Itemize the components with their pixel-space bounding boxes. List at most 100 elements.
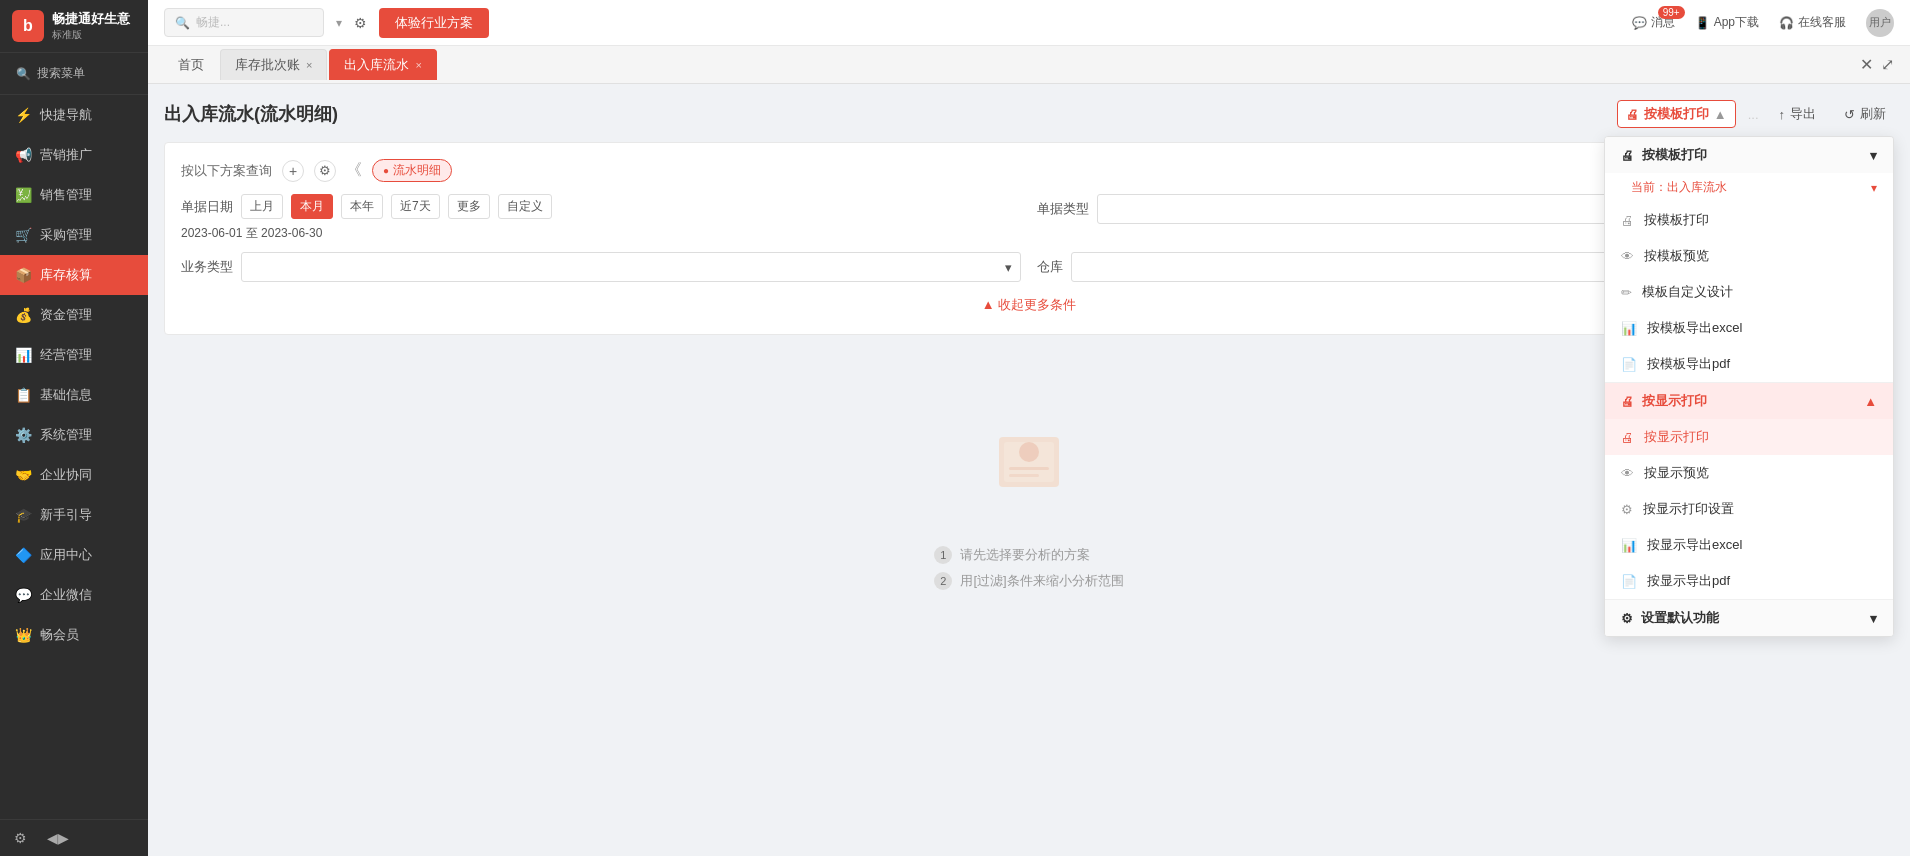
topbar-search-box[interactable]: 🔍 畅捷... (164, 8, 324, 37)
sidebar-collapse-icon[interactable]: ◀▶ (47, 830, 69, 846)
search-icon: 🔍 (16, 67, 31, 81)
empty-tips: 1 请先选择要分析的方案 2 用[过滤]条件来缩小分析范围 (934, 546, 1123, 590)
export-button[interactable]: ↑ 导出 (1771, 101, 1825, 127)
display-export-pdf-item[interactable]: 📄 按显示导出pdf (1605, 563, 1893, 599)
print-icon: 🖨 (1626, 107, 1639, 122)
purchase-icon: 🛒 (14, 227, 32, 243)
printer-icon: 🖨 (1621, 148, 1634, 163)
sidebar-item-guide[interactable]: 🎓 新手引导 (0, 495, 148, 535)
template-print-current: 当前：出入库流水 ▾ (1605, 173, 1893, 202)
display-preview-icon: 👁 (1621, 466, 1634, 481)
search-chevron-icon[interactable]: ▾ (336, 16, 342, 30)
tab-home[interactable]: 首页 (164, 50, 218, 80)
template-custom-item[interactable]: ✏ 模板自定义设计 (1605, 274, 1893, 310)
date-input-group: 单据日期 上月 本月 本年 近7天 更多 自定义 (181, 194, 1021, 219)
template-export-pdf-item[interactable]: 📄 按模板导出pdf (1605, 346, 1893, 382)
sidebar-item-system[interactable]: ⚙️ 系统管理 (0, 415, 148, 455)
date-this-year-btn[interactable]: 本年 (341, 194, 383, 219)
filter-collapse-button[interactable]: 《 (346, 160, 362, 181)
inventory-icon: 📦 (14, 267, 32, 283)
date-range-display: 2023-06-01 至 2023-06-30 (181, 225, 1021, 242)
default-settings-icon: ⚙ (1621, 611, 1633, 626)
date-more-btn[interactable]: 更多 (448, 194, 490, 219)
sidebar-item-appstore[interactable]: 🔷 应用中心 (0, 535, 148, 575)
date-last-month-btn[interactable]: 上月 (241, 194, 283, 219)
template-print-header[interactable]: 🖨 按模板打印 ▾ (1605, 137, 1893, 173)
tip-num-2: 2 (934, 572, 952, 590)
template-print-item[interactable]: 🖨 按模板打印 (1605, 202, 1893, 238)
tab-inventory-batch[interactable]: 库存批次账 × (220, 49, 327, 80)
sidebar-item-wxwork[interactable]: 💬 企业微信 (0, 575, 148, 615)
display-export-excel-item[interactable]: 📊 按显示导出excel (1605, 527, 1893, 563)
date-custom-btn[interactable]: 自定义 (498, 194, 552, 219)
filter-settings-button[interactable]: ⚙ (314, 160, 336, 182)
collab-icon: 🤝 (14, 467, 32, 483)
sidebar-item-member[interactable]: 👑 畅会员 (0, 615, 148, 655)
refresh-button[interactable]: ↺ 刷新 (1836, 101, 1894, 127)
trial-button[interactable]: 体验行业方案 (379, 8, 489, 38)
display-print-item[interactable]: 🖨 按显示打印 (1605, 419, 1893, 455)
tab-inout-flow[interactable]: 出入库流水 × (329, 49, 436, 80)
logo-text: 畅捷通好生意 标准版 (52, 11, 130, 41)
wxwork-icon: 💬 (14, 587, 32, 603)
sidebar-item-marketing[interactable]: 📢 营销推广 (0, 135, 148, 175)
sidebar-item-basic-info[interactable]: 📋 基础信息 (0, 375, 148, 415)
template-preview-item[interactable]: 👁 按模板预览 (1605, 238, 1893, 274)
sidebar-item-purchase[interactable]: 🛒 采购管理 (0, 215, 148, 255)
sidebar-item-collab[interactable]: 🤝 企业协同 (0, 455, 148, 495)
sidebar-search-area[interactable]: 🔍 搜索菜单 (0, 53, 148, 95)
sidebar-item-inventory[interactable]: 📦 库存核算 (0, 255, 148, 295)
tip-num-1: 1 (934, 546, 952, 564)
business-type-select[interactable]: ▾ (241, 252, 1021, 282)
headset-icon: 🎧 (1779, 16, 1794, 30)
member-icon: 👑 (14, 627, 32, 643)
date-label: 单据日期 (181, 198, 233, 216)
page-actions-area: 🖨 按模板打印 ▲ ... ↑ 导出 ↺ 刷新 (1617, 100, 1894, 128)
sidebar-item-sales[interactable]: 💹 销售管理 (0, 175, 148, 215)
pdf-item-icon: 📄 (1621, 357, 1637, 372)
set-default-item[interactable]: ⚙ 设置默认功能 ▾ (1605, 600, 1893, 636)
date-last-7-days-btn[interactable]: 近7天 (391, 194, 440, 219)
phone-icon: 📱 (1695, 16, 1710, 30)
app-download-button[interactable]: 📱 App下载 (1695, 14, 1759, 31)
basic-info-icon: 📋 (14, 387, 32, 403)
tab-close-inventory[interactable]: × (306, 59, 312, 71)
date-filter-group: 单据日期 上月 本月 本年 近7天 更多 自定义 2023-06-01 至 20… (181, 194, 1021, 242)
date-this-month-btn[interactable]: 本月 (291, 194, 333, 219)
template-export-excel-item[interactable]: 📊 按模板导出excel (1605, 310, 1893, 346)
preview-item-icon: 👁 (1621, 249, 1634, 264)
select-chevron-icon2: ▾ (1005, 260, 1012, 275)
display-print-settings-item[interactable]: ⚙ 按显示打印设置 (1605, 491, 1893, 527)
sidebar-settings-icon[interactable]: ⚙ (14, 830, 27, 846)
topbar-gear-icon[interactable]: ⚙ (354, 15, 367, 31)
svg-rect-4 (1009, 474, 1039, 477)
current-chevron-icon: ▾ (1871, 181, 1877, 195)
tab-close-all-button[interactable]: ✕ (1860, 55, 1873, 74)
tab-maximize-button[interactable]: ⤢ (1881, 55, 1894, 74)
messages-button[interactable]: 💬 消息 99+ (1632, 14, 1675, 31)
sidebar-item-finance[interactable]: 💰 资金管理 (0, 295, 148, 335)
business-type-filter-group: 业务类型 ▾ (181, 252, 1021, 282)
svg-point-2 (1019, 442, 1039, 462)
template-print-button[interactable]: 🖨 按模板打印 ▲ (1617, 100, 1736, 128)
user-avatar[interactable]: 用户 (1866, 9, 1894, 37)
filter-tag[interactable]: ● 流水明细 (372, 159, 452, 182)
sidebar-search-button[interactable]: 🔍 搜索菜单 (10, 61, 138, 86)
online-service-button[interactable]: 🎧 在线客服 (1779, 14, 1846, 31)
display-print-header[interactable]: 🖨 按显示打印 ▲ (1605, 383, 1893, 419)
display-pdf-icon: 📄 (1621, 574, 1637, 589)
display-settings-icon: ⚙ (1621, 502, 1633, 517)
sidebar-item-operations[interactable]: 📊 经营管理 (0, 335, 148, 375)
guide-icon: 🎓 (14, 507, 32, 523)
tab-expand-area: ✕ ⤢ (1860, 55, 1894, 74)
display-preview-item[interactable]: 👁 按显示预览 (1605, 455, 1893, 491)
filter-add-button[interactable]: + (282, 160, 304, 182)
sidebar-navigation: ⚡ 快捷导航 📢 营销推广 💹 销售管理 🛒 采购管理 📦 库存核算 💰 资金管… (0, 95, 148, 819)
voucher-type-label: 单据类型 (1037, 200, 1089, 218)
tab-close-inout[interactable]: × (415, 59, 421, 71)
display-excel-icon: 📊 (1621, 538, 1637, 553)
svg-rect-3 (1009, 467, 1049, 470)
sidebar-item-quick-nav[interactable]: ⚡ 快捷导航 (0, 95, 148, 135)
page-title: 出入库流水(流水明细) (164, 102, 338, 126)
appstore-icon: 🔷 (14, 547, 32, 563)
